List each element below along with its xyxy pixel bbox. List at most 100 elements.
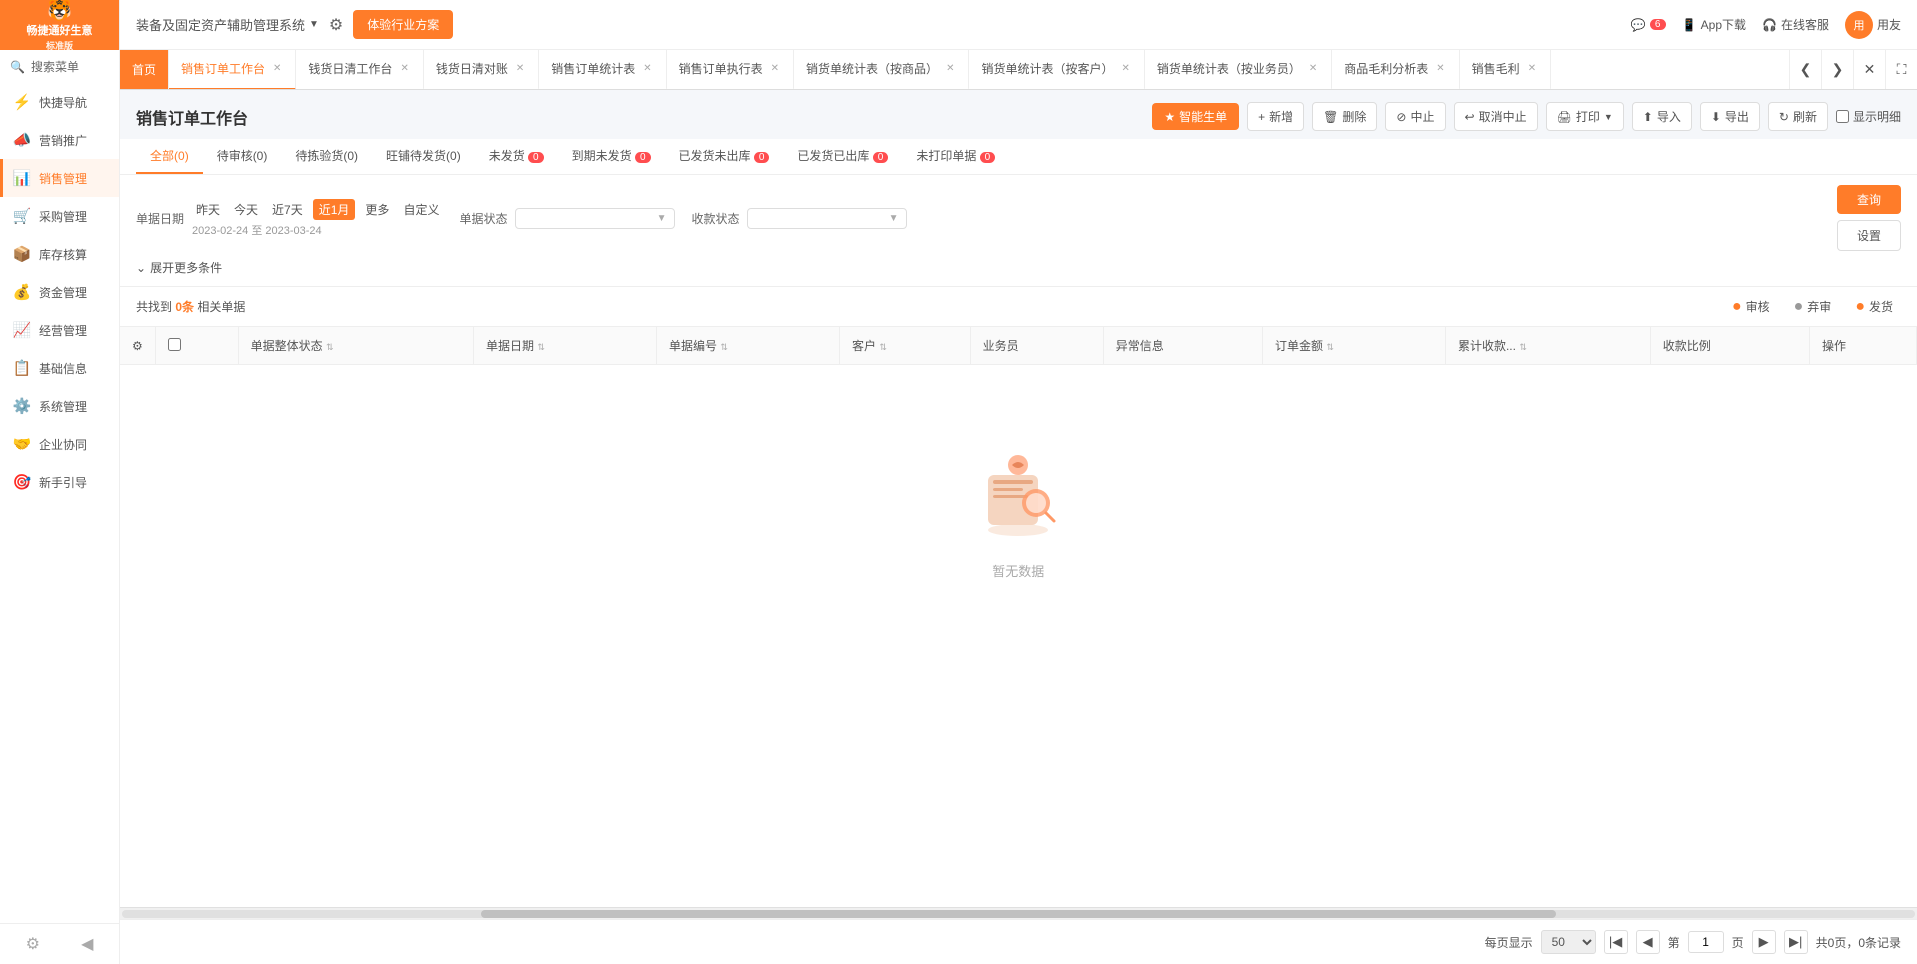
- export-button[interactable]: ⬇ 导出: [1700, 102, 1760, 131]
- sidebar-search[interactable]: 🔍 搜索菜单: [0, 50, 119, 83]
- tab-close-cash-reconcile[interactable]: ✕: [514, 63, 526, 74]
- settings-button[interactable]: 设置: [1837, 220, 1901, 251]
- col-number[interactable]: 单据编号 ⇅: [656, 327, 839, 365]
- tab-close-sales-exec[interactable]: ✕: [769, 63, 781, 74]
- tab-close-sales-stat[interactable]: ✕: [641, 63, 653, 74]
- filter-tab-all[interactable]: 全部(0): [136, 139, 203, 174]
- col-settings[interactable]: ⚙: [120, 327, 155, 365]
- show-detail-checkbox[interactable]: [1836, 110, 1849, 123]
- payment-select[interactable]: ▼: [747, 208, 907, 229]
- prev-page-btn[interactable]: ◀: [1636, 930, 1660, 954]
- settings-icon[interactable]: ⚙: [26, 934, 40, 954]
- sidebar-item-guide[interactable]: 🎯 新手引导: [0, 463, 119, 501]
- filter-tab-not-printed[interactable]: 未打印单据 0: [902, 139, 1009, 174]
- status-select[interactable]: ▼: [515, 208, 675, 229]
- tabs-prev-btn[interactable]: ❮: [1789, 50, 1821, 90]
- search-area: 单据日期 昨天 今天 近7天 近1月 更多 自定义 2023-02-24 至 2…: [120, 175, 1917, 287]
- tab-sales-summary-staff[interactable]: 销货单统计表（按业务员） ✕: [1145, 50, 1332, 90]
- user-item[interactable]: 用 用友: [1845, 11, 1901, 39]
- tab-sales-exec[interactable]: 销售订单执行表 ✕: [667, 50, 794, 90]
- filter-tab-pending-inspect[interactable]: 待拣验货(0): [281, 139, 372, 174]
- add-button[interactable]: + 新增: [1247, 102, 1304, 131]
- sidebar-item-basic[interactable]: 📋 基础信息: [0, 349, 119, 387]
- smart-create-button[interactable]: ★ 智能生单: [1152, 103, 1239, 130]
- refresh-button[interactable]: ↻ 刷新: [1768, 102, 1828, 131]
- audit-action-btn[interactable]: ● 审核: [1724, 295, 1778, 318]
- sidebar-item-operations[interactable]: 📈 经营管理: [0, 311, 119, 349]
- sidebar-item-inventory[interactable]: 📦 库存核算: [0, 235, 119, 273]
- tab-sales-workbench[interactable]: 销售订单工作台 ✕: [169, 50, 296, 90]
- tabs-fullscreen-btn[interactable]: ⛶: [1885, 50, 1917, 90]
- app-download-item[interactable]: 📱 App下载: [1682, 16, 1746, 33]
- tab-close-sales-summary-staff[interactable]: ✕: [1307, 63, 1319, 74]
- date-yesterday[interactable]: 昨天: [192, 199, 224, 220]
- col-status[interactable]: 单据整体状态 ⇅: [238, 327, 473, 365]
- horizontal-scrollbar[interactable]: [120, 907, 1917, 919]
- tabs-next-btn[interactable]: ❯: [1821, 50, 1853, 90]
- tab-close-sales-summary-customer[interactable]: ✕: [1119, 63, 1131, 74]
- tab-close-gross-margin[interactable]: ✕: [1434, 63, 1446, 74]
- tab-close-sales-profit[interactable]: ✕: [1526, 63, 1538, 74]
- sidebar-item-marketing[interactable]: 📣 营销推广: [0, 121, 119, 159]
- col-date[interactable]: 单据日期 ⇅: [473, 327, 656, 365]
- ship-action-btn[interactable]: ● 发货: [1847, 295, 1901, 318]
- col-collected[interactable]: 累计收款... ⇅: [1445, 327, 1650, 365]
- collapse-icon[interactable]: ◀: [81, 934, 93, 954]
- filter-tab-shipped-not-out[interactable]: 已发货未出库 0: [665, 139, 784, 174]
- select-all-checkbox[interactable]: [168, 338, 181, 351]
- tab-sales-stat[interactable]: 销售订单统计表 ✕: [539, 50, 666, 90]
- date-custom[interactable]: 自定义: [399, 199, 443, 220]
- cancel-audit-action-btn[interactable]: ● 弃审: [1786, 295, 1840, 318]
- cancel-stop-button[interactable]: ↩ 取消中止: [1454, 102, 1538, 131]
- tab-sales-stat-label: 销售订单统计表: [551, 60, 635, 77]
- scroll-thumb[interactable]: [481, 910, 1557, 918]
- sidebar-item-finance[interactable]: 💰 资金管理: [0, 273, 119, 311]
- sidebar-item-system[interactable]: ⚙️ 系统管理: [0, 387, 119, 425]
- filter-tab-wangpu[interactable]: 旺铺待发货(0): [372, 139, 475, 174]
- filter-tab-shipped-out[interactable]: 已发货已出库 0: [783, 139, 902, 174]
- tab-close-sales-summary-product[interactable]: ✕: [944, 63, 956, 74]
- date-7days[interactable]: 近7天: [268, 199, 307, 220]
- date-today[interactable]: 今天: [230, 199, 262, 220]
- sidebar-item-sales[interactable]: 📊 销售管理: [0, 159, 119, 197]
- sidebar-item-quicknav[interactable]: ⚡ 快捷导航: [0, 83, 119, 121]
- filter-tab-pending-audit[interactable]: 待审核(0): [203, 139, 282, 174]
- message-item[interactable]: 💬 6: [1631, 18, 1666, 32]
- expand-button[interactable]: ⌄ 展开更多条件: [136, 259, 222, 276]
- stop-button[interactable]: ⊘ 中止: [1385, 102, 1445, 131]
- tab-cash-daily[interactable]: 钱货日清工作台 ✕: [296, 50, 423, 90]
- system-title[interactable]: 装备及固定资产辅助管理系统 ▼: [136, 15, 319, 34]
- print-button[interactable]: 🖨 打印 ▼: [1546, 102, 1624, 131]
- tabs-close-all-btn[interactable]: ✕: [1853, 50, 1885, 90]
- tab-sales-profit[interactable]: 销售毛利 ✕: [1460, 50, 1551, 90]
- col-customer[interactable]: 客户 ⇅: [839, 327, 970, 365]
- tab-cash-reconcile[interactable]: 钱货日清对账 ✕: [424, 50, 539, 90]
- last-page-btn[interactable]: ▶|: [1784, 930, 1808, 954]
- query-button[interactable]: 查询: [1837, 185, 1901, 214]
- date-1month[interactable]: 近1月: [313, 199, 356, 220]
- sidebar-item-enterprise[interactable]: 🤝 企业协同: [0, 425, 119, 463]
- import-button[interactable]: ⬆ 导入: [1632, 102, 1692, 131]
- col-amount[interactable]: 订单金额 ⇅: [1262, 327, 1445, 365]
- first-page-btn[interactable]: |◀: [1604, 930, 1628, 954]
- solution-button[interactable]: 体验行业方案: [353, 10, 453, 39]
- topbar-gear-icon[interactable]: ⚙: [329, 15, 343, 35]
- delete-button[interactable]: 🗑 删除: [1312, 102, 1377, 131]
- online-service-item[interactable]: 🎧 在线客服: [1762, 16, 1829, 33]
- tab-sales-summary-customer[interactable]: 销货单统计表（按客户） ✕: [969, 50, 1144, 90]
- filter-tab-expired-not-shipped[interactable]: 到期未发货 0: [558, 139, 665, 174]
- col-abnormal[interactable]: 异常信息: [1103, 327, 1262, 365]
- next-page-btn[interactable]: ▶: [1752, 930, 1776, 954]
- tab-sales-summary-product[interactable]: 销货单统计表（按商品） ✕: [794, 50, 969, 90]
- date-more[interactable]: 更多: [361, 199, 393, 220]
- filter-tab-not-shipped[interactable]: 未发货 0: [475, 139, 558, 174]
- show-detail-toggle[interactable]: 显示明细: [1836, 108, 1901, 125]
- col-staff[interactable]: 业务员: [970, 327, 1103, 365]
- tab-close-sales-workbench[interactable]: ✕: [271, 63, 283, 74]
- sidebar-item-purchase[interactable]: 🛒 采购管理: [0, 197, 119, 235]
- tab-home[interactable]: 首页: [120, 50, 169, 90]
- tab-gross-margin[interactable]: 商品毛利分析表 ✕: [1332, 50, 1459, 90]
- per-page-select[interactable]: 10 20 50 100: [1541, 930, 1596, 954]
- page-input[interactable]: [1688, 931, 1724, 953]
- tab-close-cash-daily[interactable]: ✕: [398, 63, 410, 74]
